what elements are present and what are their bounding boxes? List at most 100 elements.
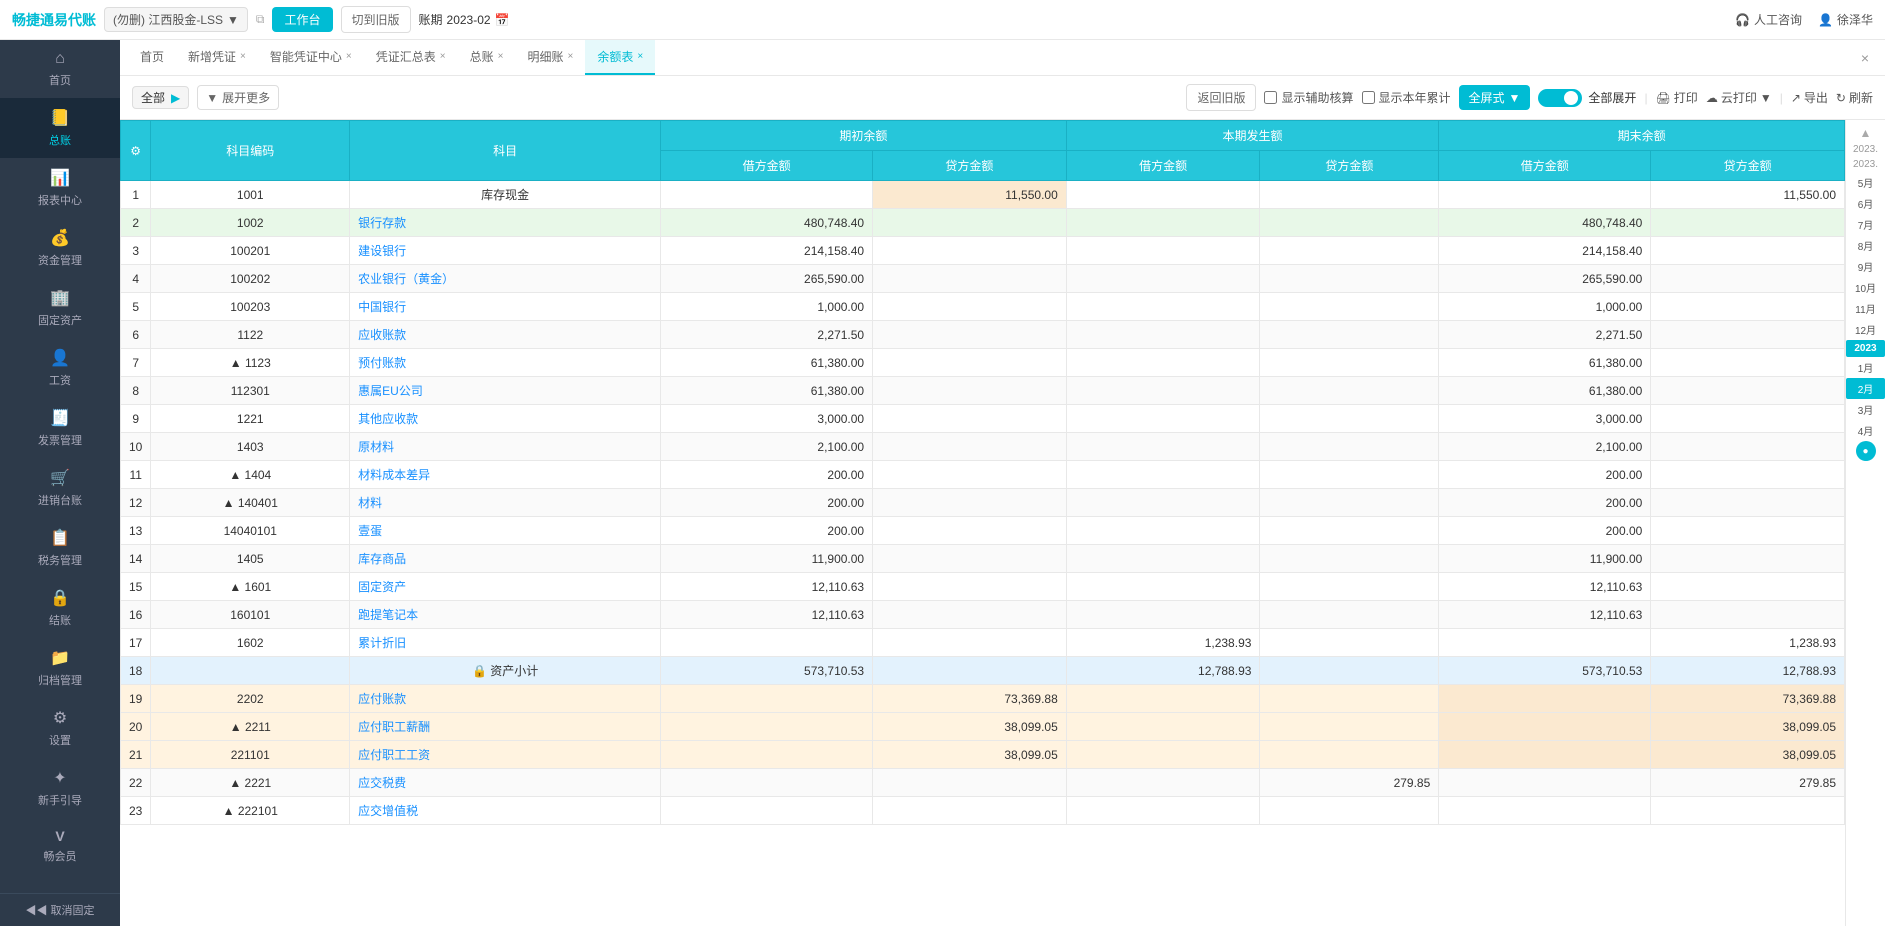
sidebar-item-settings[interactable]: ⚙ 设置 [0, 698, 120, 758]
row-subject[interactable]: 预付账款 [350, 349, 661, 377]
row-subject[interactable]: 应付职工工资 [350, 741, 661, 769]
sidebar-item-home[interactable]: ⌂ 首页 [0, 40, 120, 98]
month-10[interactable]: 10月 [1846, 277, 1885, 298]
row-subject[interactable]: 应付职工薪酬 [350, 713, 661, 741]
row-subject[interactable]: 库存商品 [350, 545, 661, 573]
switch-version-button[interactable]: 切到旧版 [341, 6, 411, 33]
filter-arrow-icon[interactable]: ▶ [171, 91, 180, 105]
full-mode-button[interactable]: 全屏式 ▼ [1459, 85, 1531, 110]
row-code: 1602 [151, 629, 350, 657]
row-subject[interactable]: 应付账款 [350, 685, 661, 713]
user-profile[interactable]: 👤 徐泽华 [1818, 11, 1873, 28]
tab-home[interactable]: 首页 [128, 40, 176, 75]
checkbox-aux-calc[interactable]: 显示辅助核算 [1264, 89, 1353, 106]
close-all-tabs[interactable]: × [1853, 50, 1877, 66]
checkbox-aux-input[interactable] [1264, 91, 1277, 104]
closing-credit [1651, 237, 1845, 265]
row-subject[interactable]: 应收账款 [350, 321, 661, 349]
sidebar-item-ledger[interactable]: 📒 总账 [0, 98, 120, 158]
closing-debit: 61,380.00 [1439, 349, 1651, 377]
customer-service[interactable]: 🎧 人工咨询 [1735, 11, 1802, 28]
timeline-settings-icon[interactable]: ● [1856, 441, 1876, 461]
row-code: ▲ 2221 [151, 769, 350, 797]
year-2023-label[interactable]: 2023 [1846, 340, 1885, 357]
month-8[interactable]: 8月 [1846, 235, 1885, 256]
sidebar-item-tax[interactable]: 📋 税务管理 [0, 518, 120, 578]
row-num: 8 [121, 377, 151, 405]
tab-detail[interactable]: 明细账 × [515, 40, 585, 75]
tab-balance-close[interactable]: × [637, 51, 643, 62]
print-icon: 🖨 [1656, 91, 1671, 105]
tab-smart-voucher[interactable]: 智能凭证中心 × [258, 40, 364, 75]
filter-area[interactable]: 全部 ▶ [132, 86, 189, 109]
row-subject[interactable]: 跑提笔记本 [350, 601, 661, 629]
tab-ledger-close[interactable]: × [498, 51, 504, 62]
checkbox-accum-input[interactable] [1362, 91, 1375, 104]
row-subject[interactable]: 材料成本差异 [350, 461, 661, 489]
month-9[interactable]: 9月 [1846, 256, 1885, 277]
opening-credit [873, 237, 1067, 265]
tab-smart-voucher-close[interactable]: × [346, 51, 352, 62]
sidebar-item-closing[interactable]: 🔒 结账 [0, 578, 120, 638]
sidebar-item-funds[interactable]: 💰 资金管理 [0, 218, 120, 278]
tab-ledger[interactable]: 总账 × [458, 40, 516, 75]
app-logo: 畅捷通易代账 [12, 10, 96, 30]
month-3[interactable]: 3月 [1846, 399, 1885, 420]
tab-voucher-summary[interactable]: 凭证汇总表 × [364, 40, 458, 75]
checkbox-year-accum[interactable]: 显示本年累计 [1362, 89, 1451, 106]
sidebar-item-purchase[interactable]: 🛒 进销台账 [0, 458, 120, 518]
toggle-switch[interactable] [1538, 89, 1582, 107]
refresh-button[interactable]: ↻ 刷新 [1836, 89, 1873, 106]
table-row: 4100202农业银行（黄金）265,590.00265,590.00 [121, 265, 1845, 293]
table-wrapper[interactable]: ⚙ 科目编码 科目 期初余额 本期发生额 期末余额 借方金额 贷方金额 借方金额 [120, 120, 1845, 926]
sidebar-unpin-button[interactable]: ◀◀ 取消固定 [0, 893, 120, 926]
tab-new-voucher-close[interactable]: × [240, 51, 246, 62]
month-6[interactable]: 6月 [1846, 193, 1885, 214]
month-4[interactable]: 4月 [1846, 420, 1885, 441]
row-subject[interactable]: 银行存款 [350, 209, 661, 237]
sidebar-item-member[interactable]: V 畅会员 [0, 818, 120, 874]
sidebar-item-guide[interactable]: ✦ 新手引导 [0, 758, 120, 818]
month-5[interactable]: 5月 [1846, 172, 1885, 193]
tab-detail-close[interactable]: × [567, 51, 573, 62]
print-button[interactable]: 🖨 打印 [1656, 89, 1698, 106]
expand-button[interactable]: ▼ 展开更多 [197, 85, 279, 110]
row-subject[interactable]: 应交税费 [350, 769, 661, 797]
row-subject[interactable]: 固定资产 [350, 573, 661, 601]
timeline-up-arrow[interactable]: ▲ [1858, 124, 1874, 142]
export-button[interactable]: ↗ 导出 [1791, 89, 1828, 106]
month-7[interactable]: 7月 [1846, 214, 1885, 235]
return-old-version-button[interactable]: 返回旧版 [1186, 84, 1256, 111]
month-12[interactable]: 12月 [1846, 319, 1885, 340]
row-subject[interactable]: 累计折旧 [350, 629, 661, 657]
opening-debit [661, 181, 873, 209]
month-11[interactable]: 11月 [1846, 298, 1885, 319]
row-subject[interactable]: 材料 [350, 489, 661, 517]
company-selector[interactable]: (勿删) 江西股金-LSS ▼ [104, 7, 248, 32]
row-subject[interactable]: 应交增值税 [350, 797, 661, 825]
sidebar-item-reports[interactable]: 📊 报表中心 [0, 158, 120, 218]
month-2[interactable]: 2月 [1846, 378, 1885, 399]
sidebar-item-archive[interactable]: 📁 归档管理 [0, 638, 120, 698]
row-subject[interactable]: 壹蛋 [350, 517, 661, 545]
tab-balance[interactable]: 余额表 × [585, 40, 655, 75]
copy-icon[interactable]: ⧉ [256, 12, 265, 27]
row-subject[interactable]: 中国银行 [350, 293, 661, 321]
row-subject[interactable]: 建设银行 [350, 237, 661, 265]
workbench-button[interactable]: 工作台 [272, 7, 332, 32]
curr-credit [1260, 741, 1439, 769]
tab-new-voucher[interactable]: 新增凭证 × [176, 40, 258, 75]
tab-voucher-summary-close[interactable]: × [440, 51, 446, 62]
sidebar-item-assets[interactable]: 🏢 固定资产 [0, 278, 120, 338]
period-calendar-icon[interactable]: 📅 [495, 13, 510, 27]
row-subject[interactable]: 其他应收款 [350, 405, 661, 433]
cloud-print-button[interactable]: ☁ 云打印 ▼ [1706, 89, 1772, 106]
settings-col-header[interactable]: ⚙ [121, 121, 151, 181]
row-subject[interactable]: 原材料 [350, 433, 661, 461]
row-subject[interactable]: 农业银行（黄金） [350, 265, 661, 293]
toggle-expand-all[interactable]: 全部展开 [1538, 89, 1636, 107]
sidebar-item-salary[interactable]: 👤 工资 [0, 338, 120, 398]
sidebar-item-invoice[interactable]: 🧾 发票管理 [0, 398, 120, 458]
row-subject[interactable]: 惠属EU公司 [350, 377, 661, 405]
month-1[interactable]: 1月 [1846, 357, 1885, 378]
